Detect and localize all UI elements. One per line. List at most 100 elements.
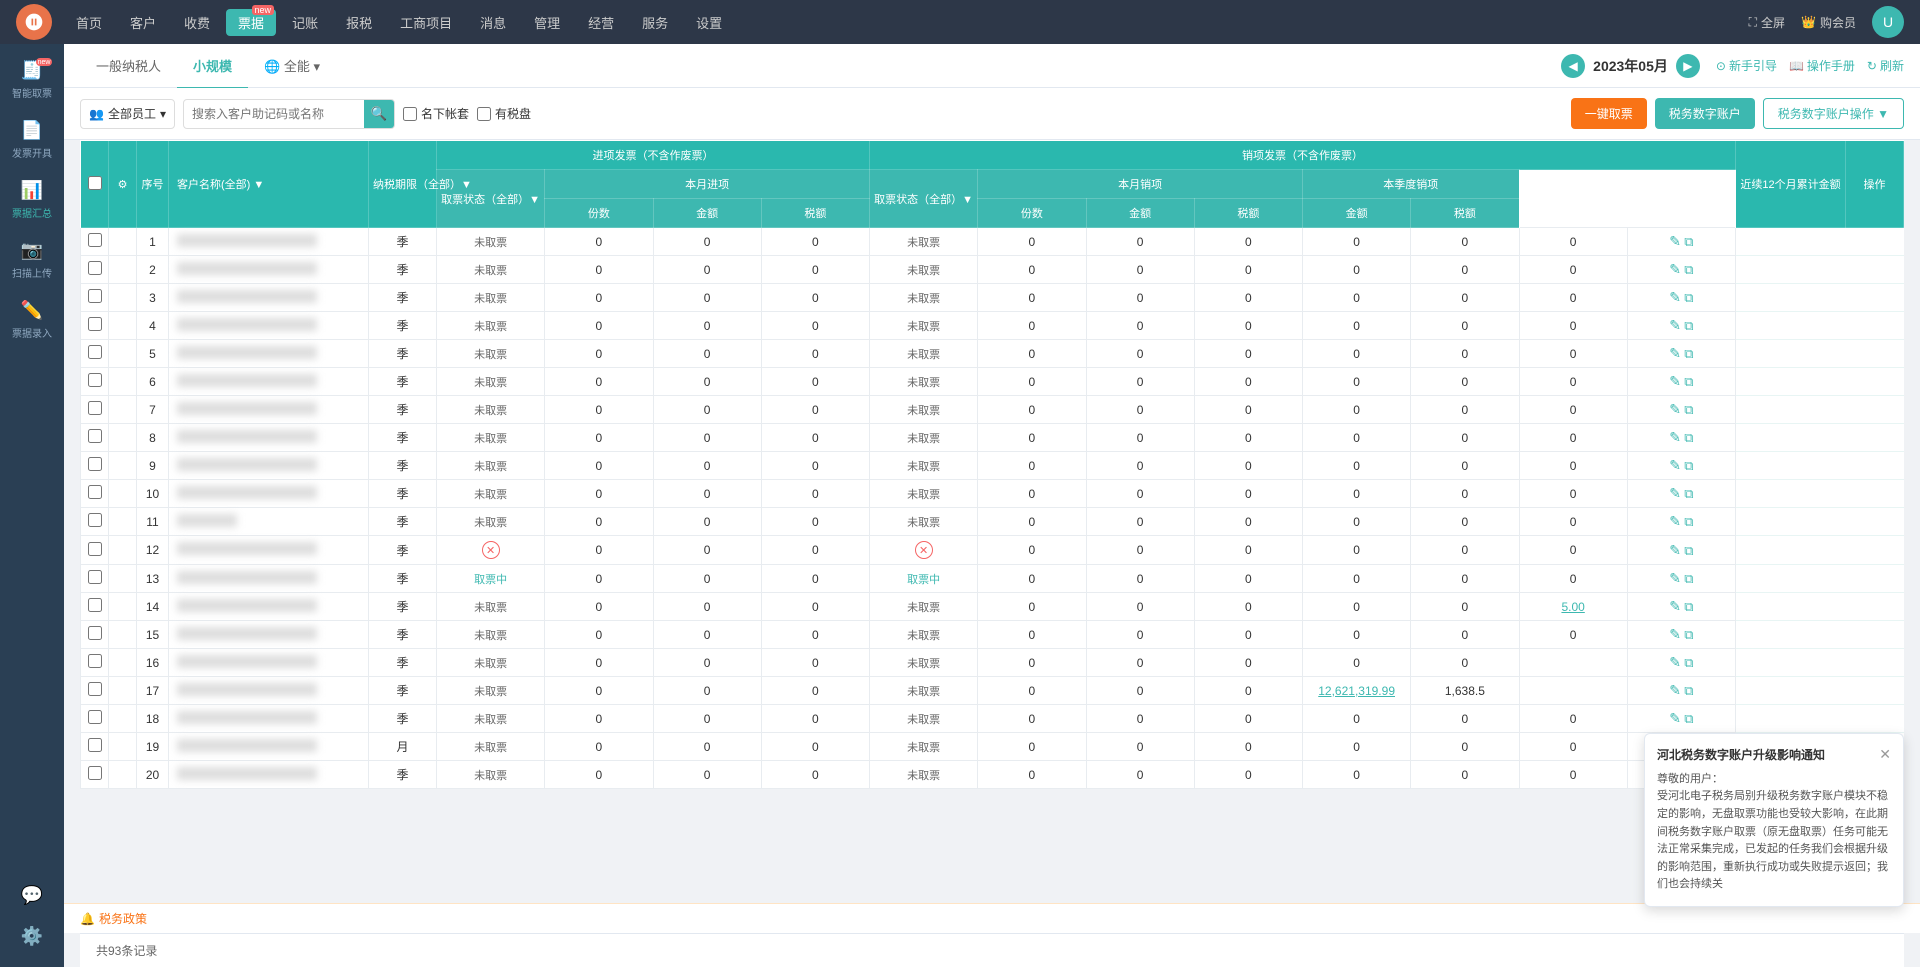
row-checkbox-7[interactable] (88, 429, 102, 443)
copy-button-5[interactable]: ⧉ (1684, 374, 1693, 389)
edit-button-15[interactable]: ✎ (1669, 654, 1681, 670)
copy-button-15[interactable]: ⧉ (1684, 655, 1693, 670)
edit-button-14[interactable]: ✎ (1669, 626, 1681, 642)
row-checkbox-10[interactable] (88, 513, 102, 527)
edit-button-16[interactable]: ✎ (1669, 682, 1681, 698)
edit-button-9[interactable]: ✎ (1669, 485, 1681, 501)
next-month-button[interactable]: ▶ (1676, 54, 1700, 78)
edit-button-17[interactable]: ✎ (1669, 710, 1681, 726)
copy-button-17[interactable]: ⧉ (1684, 711, 1693, 726)
sidebar-item-invoice-entry[interactable]: ✏️ 票据录入 (4, 292, 60, 348)
my-accounts-checkbox[interactable] (403, 107, 417, 121)
copy-button-10[interactable]: ⧉ (1684, 514, 1693, 529)
edit-button-7[interactable]: ✎ (1669, 429, 1681, 445)
row-checkbox-1[interactable] (88, 261, 102, 275)
digital-tax-ops-button[interactable]: 税务数字账户操作 ▼ (1763, 98, 1904, 129)
my-accounts-filter[interactable]: 名下帐套 (403, 105, 469, 122)
manual-link[interactable]: 📖 操作手册 (1789, 57, 1855, 74)
col-tax-period-header[interactable]: 纳税期限（全部）▼ (369, 141, 437, 228)
row-check-0[interactable] (81, 228, 109, 256)
has-tax-disk-checkbox[interactable] (477, 107, 491, 121)
edit-button-5[interactable]: ✎ (1669, 373, 1681, 389)
nav-home[interactable]: 首页 (64, 9, 114, 36)
one-click-ticket-button[interactable]: 一键取票 (1571, 98, 1647, 129)
row-checkbox-4[interactable] (88, 345, 102, 359)
sidebar-item-smart-ticket[interactable]: 🧾 智能取票 new (4, 52, 60, 108)
edit-button-12[interactable]: ✎ (1669, 570, 1681, 586)
row-checkbox-12[interactable] (88, 570, 102, 584)
col-name-header[interactable]: 客户名称(全部) ▼ (169, 141, 369, 228)
employee-filter[interactable]: 👥 全部员工 ▾ (80, 99, 175, 129)
row-checkbox-6[interactable] (88, 401, 102, 415)
copy-button-3[interactable]: ⧉ (1684, 318, 1693, 333)
row-check-11[interactable] (81, 536, 109, 565)
row-check-5[interactable] (81, 368, 109, 396)
row-check-14[interactable] (81, 621, 109, 649)
row-check-6[interactable] (81, 396, 109, 424)
search-button[interactable]: 🔍 (364, 99, 394, 129)
copy-button-7[interactable]: ⧉ (1684, 430, 1693, 445)
edit-button-6[interactable]: ✎ (1669, 401, 1681, 417)
row-check-16[interactable] (81, 677, 109, 705)
row-check-2[interactable] (81, 284, 109, 312)
row-check-15[interactable] (81, 649, 109, 677)
ret-amount-link[interactable]: 12,621,319.99 (1318, 684, 1395, 698)
edit-button-4[interactable]: ✎ (1669, 345, 1681, 361)
prev-month-button[interactable]: ◀ (1561, 54, 1585, 78)
nav-accounting[interactable]: 记账 (280, 9, 330, 36)
row-check-1[interactable] (81, 256, 109, 284)
row-check-4[interactable] (81, 340, 109, 368)
sidebar-item-settings[interactable]: ⚙️ (4, 918, 60, 955)
nav-operation[interactable]: 经营 (576, 9, 626, 36)
row-check-13[interactable] (81, 593, 109, 621)
row-checkbox-5[interactable] (88, 373, 102, 387)
fullscreen-button[interactable]: ⛶ 全屏 (1749, 14, 1785, 31)
row-check-18[interactable] (81, 733, 109, 761)
nav-settings[interactable]: 设置 (684, 9, 734, 36)
col-settings-header[interactable]: ⚙ (109, 141, 137, 228)
out-status-header[interactable]: 取票状态（全部）▼ (870, 170, 978, 228)
tab-small-scale[interactable]: 小规模 (177, 44, 248, 89)
row-check-7[interactable] (81, 424, 109, 452)
copy-button-2[interactable]: ⧉ (1684, 290, 1693, 305)
edit-button-2[interactable]: ✎ (1669, 289, 1681, 305)
row-check-9[interactable] (81, 480, 109, 508)
edit-button-11[interactable]: ✎ (1669, 542, 1681, 558)
row-checkbox-2[interactable] (88, 289, 102, 303)
copy-button-1[interactable]: ⧉ (1684, 262, 1693, 277)
row-check-12[interactable] (81, 565, 109, 593)
has-tax-disk-filter[interactable]: 有税盘 (477, 105, 531, 122)
nav-business[interactable]: 工商项目 (388, 9, 464, 36)
nav-invoice[interactable]: 票据new (226, 9, 276, 36)
row-checkbox-19[interactable] (88, 766, 102, 780)
nav-manage[interactable]: 管理 (522, 9, 572, 36)
search-input[interactable] (184, 107, 364, 121)
row-checkbox-17[interactable] (88, 710, 102, 724)
copy-button-14[interactable]: ⧉ (1684, 627, 1693, 642)
copy-button-0[interactable]: ⧉ (1684, 234, 1693, 249)
sidebar-item-scan-upload[interactable]: 📷 扫描上传 (4, 232, 60, 288)
refresh-link[interactable]: ↻ 刷新 (1867, 57, 1904, 74)
digital-tax-account-button[interactable]: 税务数字账户 (1655, 98, 1755, 129)
tax-policy-bar[interactable]: 🔔 税务政策 (64, 903, 1920, 933)
row-checkbox-9[interactable] (88, 485, 102, 499)
row-check-10[interactable] (81, 508, 109, 536)
row-checkbox-11[interactable] (88, 542, 102, 556)
copy-button-11[interactable]: ⧉ (1684, 543, 1693, 558)
acc-link[interactable]: 5.00 (1561, 600, 1584, 614)
nav-tax[interactable]: 报税 (334, 9, 384, 36)
tab-all[interactable]: 🌐 全能 ▾ (248, 44, 336, 89)
nav-fee[interactable]: 收费 (172, 9, 222, 36)
row-check-8[interactable] (81, 452, 109, 480)
row-check-17[interactable] (81, 705, 109, 733)
row-checkbox-3[interactable] (88, 317, 102, 331)
row-checkbox-8[interactable] (88, 457, 102, 471)
sidebar-item-message[interactable]: 💬 (4, 877, 60, 914)
sidebar-item-invoice-summary[interactable]: 📊 票据汇总 (4, 172, 60, 228)
copy-button-4[interactable]: ⧉ (1684, 346, 1693, 361)
tab-general-taxpayer[interactable]: 一般纳税人 (80, 44, 177, 89)
new-guide-link[interactable]: ⊙ 新手引导 (1716, 57, 1777, 74)
edit-button-13[interactable]: ✎ (1669, 598, 1681, 614)
member-button[interactable]: 👑 购会员 (1801, 14, 1856, 31)
copy-button-8[interactable]: ⧉ (1684, 458, 1693, 473)
